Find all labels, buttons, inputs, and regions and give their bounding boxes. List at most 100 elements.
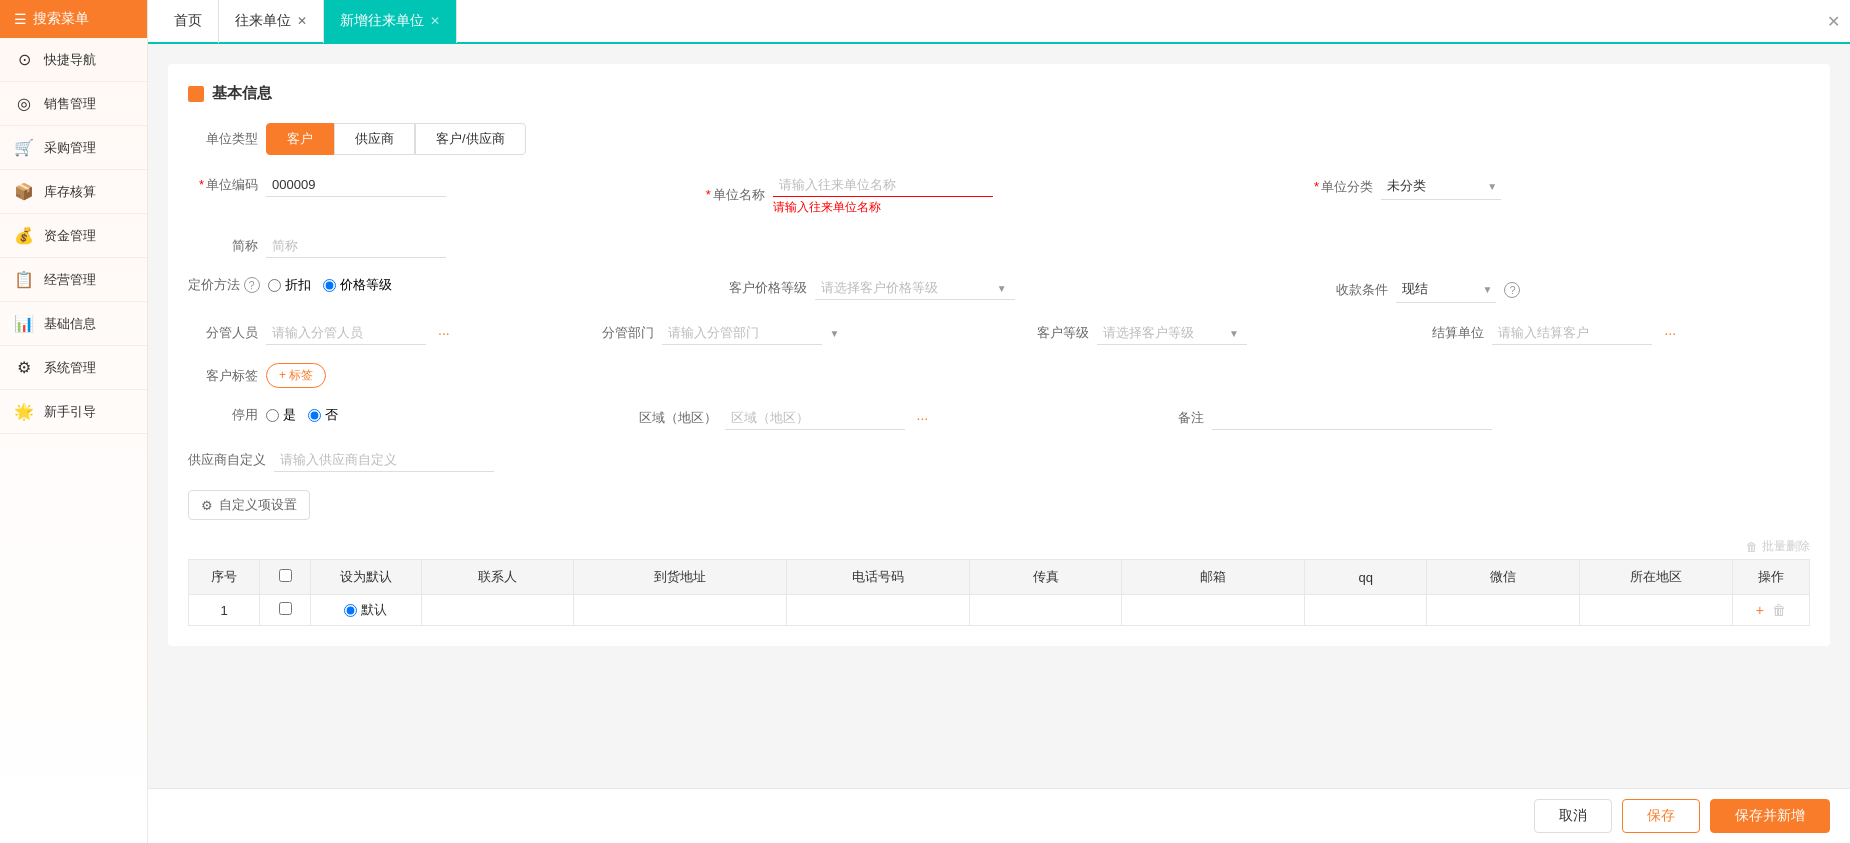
field-unit-category: *单位分类 未分类 ▼ <box>1303 173 1810 200</box>
save-button[interactable]: 保存 <box>1622 799 1700 833</box>
row-fax-input[interactable] <box>1006 603 1086 618</box>
row-wechat <box>1427 595 1580 626</box>
tab-home[interactable]: 首页 <box>158 0 219 43</box>
col-qq: qq <box>1305 560 1427 595</box>
tab-bar: 首页 往来单位 ✕ 新增往来单位 ✕ ✕ <box>148 0 1850 44</box>
row-default-radio-label[interactable]: 默认 <box>321 601 410 619</box>
save-and-new-button[interactable]: 保存并新增 <box>1710 799 1830 833</box>
abbreviation-input[interactable] <box>266 234 446 258</box>
department-chevron: ▼ <box>830 328 840 339</box>
row-fax <box>969 595 1122 626</box>
unit-category-value: 未分类 <box>1381 173 1501 200</box>
row-email-input[interactable] <box>1163 603 1263 618</box>
row-add-button[interactable]: + <box>1756 602 1764 618</box>
col-address: 到货地址 <box>574 560 787 595</box>
row-pricing: 定价方法 ? 折扣 价格等级 客户 <box>188 276 1810 303</box>
row-qq <box>1305 595 1427 626</box>
row-phone <box>787 595 970 626</box>
field-customer-level: 客户等级 ▼ <box>1019 321 1415 345</box>
supplier-custom-input[interactable] <box>274 448 494 472</box>
row-checkbox[interactable] <box>279 602 292 615</box>
row-address-input[interactable] <box>620 603 740 618</box>
department-input[interactable] <box>662 321 822 345</box>
tab-partner-close[interactable]: ✕ <box>297 14 307 28</box>
sidebar-item-purchase[interactable]: 🛒 采购管理 <box>0 126 147 170</box>
row-wechat-input[interactable] <box>1463 603 1543 618</box>
field-abbreviation: 简称 <box>188 234 1810 258</box>
sidebar-item-system[interactable]: ⚙ 系统管理 <box>0 346 147 390</box>
row-region-input[interactable] <box>1616 603 1696 618</box>
tab-new-partner-close[interactable]: ✕ <box>430 14 440 28</box>
custom-settings-button[interactable]: ⚙ 自定义项设置 <box>188 490 310 520</box>
radio-discount[interactable]: 折扣 <box>268 276 311 294</box>
unit-type-customer[interactable]: 客户 <box>266 123 334 155</box>
sidebar-search[interactable]: ☰ 搜索菜单 <box>0 0 147 38</box>
row-delete-button[interactable]: 🗑 <box>1772 602 1786 618</box>
tab-partner[interactable]: 往来单位 ✕ <box>219 0 324 43</box>
customer-price-select-wrapper[interactable]: ▼ <box>815 276 1015 300</box>
unit-name-input[interactable] <box>773 173 993 197</box>
disabled-radio-group: 是 否 <box>266 406 338 424</box>
batch-delete-icon: 🗑 <box>1746 540 1758 554</box>
batch-delete-label: 批量删除 <box>1762 538 1810 555</box>
sidebar-item-basic-info[interactable]: 📊 基础信息 <box>0 302 147 346</box>
unit-code-input[interactable] <box>266 173 446 197</box>
sidebar-item-quick-nav[interactable]: ⊙ 快捷导航 <box>0 38 147 82</box>
row-address <box>574 595 787 626</box>
unit-type-row: 单位类型 客户 供应商 客户/供应商 <box>188 123 1810 155</box>
sidebar-item-stock[interactable]: 📦 库存核算 <box>0 170 147 214</box>
field-pricing-method: 定价方法 ? 折扣 价格等级 <box>188 276 729 294</box>
radio-disabled-no[interactable]: 否 <box>308 406 338 424</box>
manager-dots[interactable]: ··· <box>434 325 454 341</box>
payment-help-icon[interactable]: ? <box>1504 282 1520 298</box>
settlement-unit-dots[interactable]: ··· <box>1660 325 1680 341</box>
remarks-input[interactable] <box>1212 406 1492 430</box>
settlement-unit-input[interactable] <box>1492 321 1652 345</box>
batch-delete-area: 🗑 批量删除 <box>188 538 1810 555</box>
sidebar-label-sales: 销售管理 <box>44 95 96 113</box>
contact-table: 序号 设为默认 联系人 到货地址 电话号码 传真 邮箱 qq 微信 所在地区 操… <box>188 559 1810 626</box>
unit-type-both[interactable]: 客户/供应商 <box>415 123 526 155</box>
cancel-button[interactable]: 取消 <box>1534 799 1612 833</box>
customer-price-level-input[interactable] <box>815 276 1015 300</box>
close-all-button[interactable]: ✕ <box>1827 12 1840 31</box>
manager-input[interactable] <box>266 321 426 345</box>
row-customer-tag: 客户标签 + 标签 <box>188 363 1810 388</box>
row-contact <box>421 595 574 626</box>
field-payment-terms: 收款条件 现结 ▼ ? <box>1318 276 1810 303</box>
col-region: 所在地区 <box>1580 560 1733 595</box>
row-default-radio[interactable] <box>344 604 357 617</box>
sidebar-item-guide[interactable]: 🌟 新手引导 <box>0 390 147 434</box>
pricing-help-icon[interactable]: ? <box>244 277 260 293</box>
row-phone-input[interactable] <box>828 603 928 618</box>
row-contact-input[interactable] <box>457 603 537 618</box>
field-department: 分管部门 ▼ <box>584 321 1019 345</box>
row-qq-input[interactable] <box>1336 603 1396 618</box>
field-unit-code: *单位编码 <box>188 173 695 197</box>
col-email: 邮箱 <box>1122 560 1305 595</box>
area-input[interactable] <box>725 406 905 430</box>
row-unit-code-name-cat: *单位编码 *单位名称 请输入往来单位名称 *单位分类 未分类 <box>188 173 1810 216</box>
unit-name-error: 请输入往来单位名称 <box>773 199 993 216</box>
select-all-checkbox[interactable] <box>279 569 292 582</box>
guide-icon: 🌟 <box>14 402 34 421</box>
sidebar-item-sales[interactable]: ◎ 销售管理 <box>0 82 147 126</box>
radio-price-level[interactable]: 价格等级 <box>323 276 392 294</box>
sidebar-item-operations[interactable]: 📋 经营管理 <box>0 258 147 302</box>
field-remarks: 备注 <box>1134 406 1810 430</box>
operations-icon: 📋 <box>14 270 34 289</box>
col-checkbox <box>259 560 310 595</box>
customer-level-input[interactable] <box>1097 321 1247 345</box>
row-manager: 分管人员 ··· 分管部门 ▼ 客户等级 ▼ 结算单位 <box>188 321 1810 345</box>
col-default: 设为默认 <box>311 560 421 595</box>
tab-new-partner[interactable]: 新增往来单位 ✕ <box>324 0 457 43</box>
sidebar-label-quick-nav: 快捷导航 <box>44 51 96 69</box>
customer-level-wrapper[interactable]: ▼ <box>1097 321 1247 345</box>
sidebar-item-finance[interactable]: 💰 资金管理 <box>0 214 147 258</box>
table-row: 1 默认 <box>189 595 1810 626</box>
area-dots[interactable]: ··· <box>913 410 933 426</box>
unit-type-supplier[interactable]: 供应商 <box>334 123 415 155</box>
radio-disabled-yes[interactable]: 是 <box>266 406 296 424</box>
add-tag-button[interactable]: + 标签 <box>266 363 326 388</box>
row-actions: + 🗑 <box>1732 595 1809 626</box>
